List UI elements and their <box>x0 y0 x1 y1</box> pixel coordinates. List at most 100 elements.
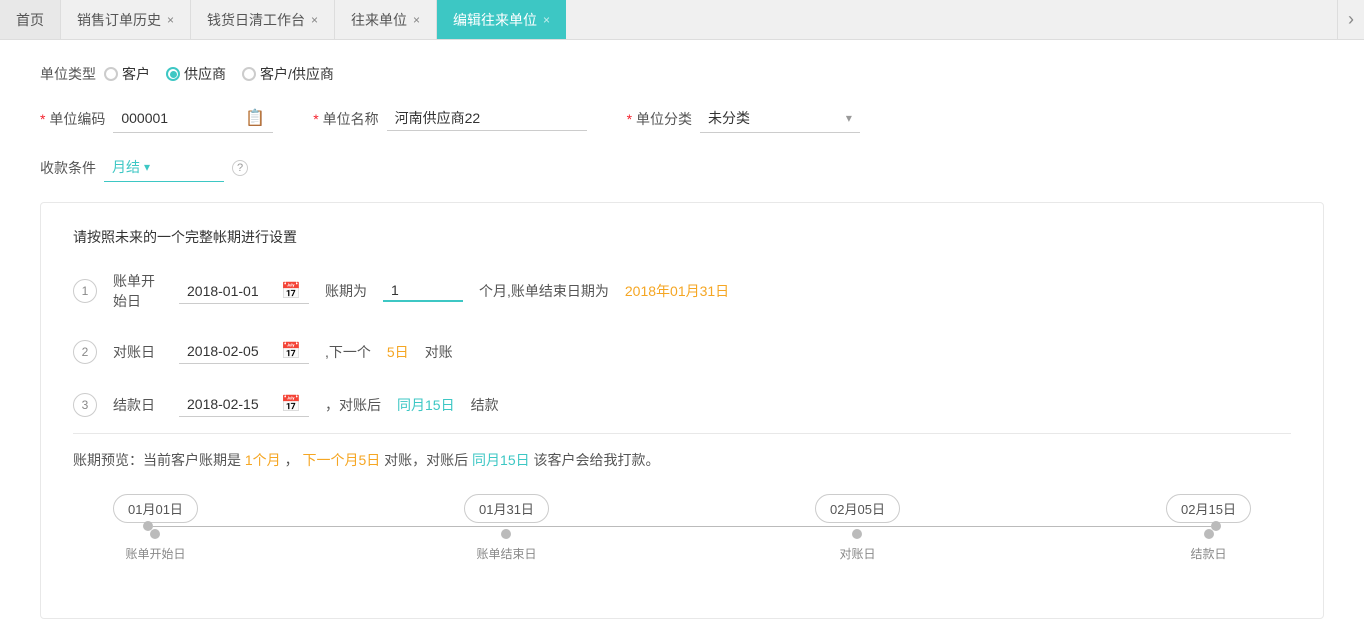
config-row-2: 2 对账日 📅 ,下一个 5日 对账 <box>73 339 1291 364</box>
unit-code-label: 单位编码 <box>40 109 105 129</box>
row-3-desc-suffix: 结款 <box>471 395 499 415</box>
unit-info-row: 单位编码 📋 单位名称 单位分类 未分类 ▾ <box>40 104 1324 133</box>
unit-name-label: 单位名称 <box>313 109 378 129</box>
radio-customer[interactable]: 客户 <box>104 64 150 84</box>
row-2-desc-suffix: 对账 <box>425 342 453 362</box>
timeline-item-1: 01月01日 账单开始日 <box>113 494 198 562</box>
payment-select[interactable]: 月结 ▾ <box>104 153 224 182</box>
timeline-label-2: 账单结束日 <box>476 545 536 562</box>
timeline-label-1: 账单开始日 <box>125 545 185 562</box>
preview-part2: 下一个月5日 <box>302 452 380 468</box>
unit-class-select[interactable]: 未分类 ▾ <box>700 104 860 133</box>
reconcile-date-input[interactable] <box>187 343 277 359</box>
payment-label: 收款条件 <box>40 158 96 178</box>
reconcile-date-input-wrap: 📅 <box>179 339 309 364</box>
timeline-item-4: 02月15日 结款日 <box>1166 494 1251 562</box>
row-num-1: 1 <box>73 279 97 303</box>
row-3-highlight: 同月15日 <box>397 395 455 415</box>
row-num-2: 2 <box>73 340 97 364</box>
timeline-item-2: 01月31日 账单结束日 <box>464 494 549 562</box>
row-1-desc-prefix: 账期为 <box>325 281 367 301</box>
payment-arrow-icon: ▾ <box>144 160 150 174</box>
config-panel: 请按照未来的一个完整帐期进行设置 1 账单开始日 📅 账期为 个月,账单结束日期… <box>40 202 1324 619</box>
timeline-node-2 <box>501 529 511 539</box>
start-date-input[interactable] <box>187 283 277 299</box>
tab-partner-label: 往来单位 <box>351 10 407 30</box>
tab-edit-partner-label: 编辑往来单位 <box>453 10 537 30</box>
radio-both-label: 客户/供应商 <box>260 64 334 84</box>
tab-more-button[interactable]: › <box>1337 0 1364 39</box>
tab-sales-history-label: 销售订单历史 <box>77 10 161 30</box>
unit-name-input[interactable] <box>387 106 587 131</box>
unit-class-value: 未分类 <box>708 108 750 128</box>
main-content: 单位类型 客户 供应商 客户/供应商 单位编码 <box>0 40 1364 643</box>
timeline-date-2: 01月31日 <box>479 502 534 517</box>
timeline-label-4: 结款日 <box>1191 545 1227 562</box>
radio-supplier[interactable]: 供应商 <box>166 64 226 84</box>
tab-cash-work-label: 钱货日清工作台 <box>207 10 305 30</box>
help-icon[interactable]: ? <box>232 160 248 176</box>
unit-code-group: 单位编码 📋 <box>40 104 273 133</box>
unit-code-input-wrap: 📋 <box>113 104 273 133</box>
radio-both[interactable]: 客户/供应商 <box>242 64 334 84</box>
payment-date-input[interactable] <box>187 396 277 412</box>
radio-customer-label: 客户 <box>122 64 150 84</box>
config-row-3: 3 结款日 📅 ，对账后 同月15日 结款 <box>73 392 1291 417</box>
timeline-badge-1: 01月01日 <box>113 494 198 523</box>
tab-edit-partner-close[interactable]: × <box>543 13 550 27</box>
tab-bar: 首页 销售订单历史 × 钱货日清工作台 × 往来单位 × 编辑往来单位 × › <box>0 0 1364 40</box>
timeline-label-3: 对账日 <box>839 545 875 562</box>
unit-type-group: 单位类型 客户 供应商 客户/供应商 <box>40 64 334 84</box>
tab-edit-partner[interactable]: 编辑往来单位 × <box>437 0 566 39</box>
tab-cash-work-close[interactable]: × <box>311 13 318 27</box>
radio-supplier-label: 供应商 <box>184 64 226 84</box>
preview-middle: 对账，对账后 <box>384 452 468 468</box>
timeline-container: 01月01日 账单开始日 01月31日 账单结束日 <box>73 494 1291 562</box>
start-date-input-wrap: 📅 <box>179 279 309 304</box>
tab-partner-close[interactable]: × <box>413 13 420 27</box>
timeline-node-4 <box>1204 529 1214 539</box>
row-2-highlight: 5日 <box>387 342 409 362</box>
radio-customer-circle <box>104 67 118 81</box>
config-row-1: 1 账单开始日 📅 账期为 个月,账单结束日期为 2018年01月31日 <box>73 271 1291 311</box>
timeline-node-1 <box>150 529 160 539</box>
period-input-wrap <box>383 280 463 302</box>
preview-text: 账期预览：当前客户账期是 1个月 ， 下一个月5日 对账，对账后 同月15日 该… <box>73 450 1291 470</box>
period-input[interactable] <box>391 282 451 298</box>
row-3-desc-prefix: ，对账后 <box>325 395 381 415</box>
timeline-node-3 <box>852 529 862 539</box>
start-date-calendar-icon[interactable]: 📅 <box>281 281 301 301</box>
row-1-date-highlight: 2018年01月31日 <box>625 281 729 301</box>
timeline-items: 01月01日 账单开始日 01月31日 账单结束日 <box>113 494 1251 562</box>
payment-date-input-wrap: 📅 <box>179 392 309 417</box>
payment-row: 收款条件 月结 ▾ ? <box>40 153 1324 182</box>
tab-sales-history-close[interactable]: × <box>167 13 174 27</box>
timeline-badge-4: 02月15日 <box>1166 494 1251 523</box>
timeline-item-3: 02月05日 对账日 <box>815 494 900 562</box>
tab-home-label: 首页 <box>16 10 44 30</box>
row-label-1: 账单开始日 <box>113 271 163 311</box>
chevron-right-icon: › <box>1348 9 1354 30</box>
unit-type-row: 单位类型 客户 供应商 客户/供应商 <box>40 64 1324 84</box>
row-label-2: 对账日 <box>113 342 163 362</box>
row-1-desc-suffix: 个月,账单结束日期为 <box>479 281 609 301</box>
reconcile-date-calendar-icon[interactable]: 📅 <box>281 341 301 361</box>
payment-date-calendar-icon[interactable]: 📅 <box>281 394 301 414</box>
unit-type-label: 单位类型 <box>40 64 96 84</box>
copy-icon[interactable]: 📋 <box>245 108 265 128</box>
tab-sales-history[interactable]: 销售订单历史 × <box>61 0 191 39</box>
payment-value: 月结 <box>112 157 140 177</box>
payment-group: 收款条件 月结 ▾ ? <box>40 153 248 182</box>
tab-cash-work[interactable]: 钱货日清工作台 × <box>191 0 335 39</box>
timeline-date-4: 02月15日 <box>1181 502 1236 517</box>
timeline-badge-3: 02月05日 <box>815 494 900 523</box>
row-num-3: 3 <box>73 393 97 417</box>
unit-code-input[interactable] <box>121 110 241 126</box>
tab-partner[interactable]: 往来单位 × <box>335 0 437 39</box>
tab-home[interactable]: 首页 <box>0 0 61 39</box>
preview-part1: 1个月 <box>245 452 281 468</box>
radio-both-circle <box>242 67 256 81</box>
preview-part3: 同月15日 <box>472 452 530 468</box>
preview-label: 账期预览：当前客户账期是 <box>73 452 241 468</box>
unit-name-group: 单位名称 <box>313 106 586 131</box>
